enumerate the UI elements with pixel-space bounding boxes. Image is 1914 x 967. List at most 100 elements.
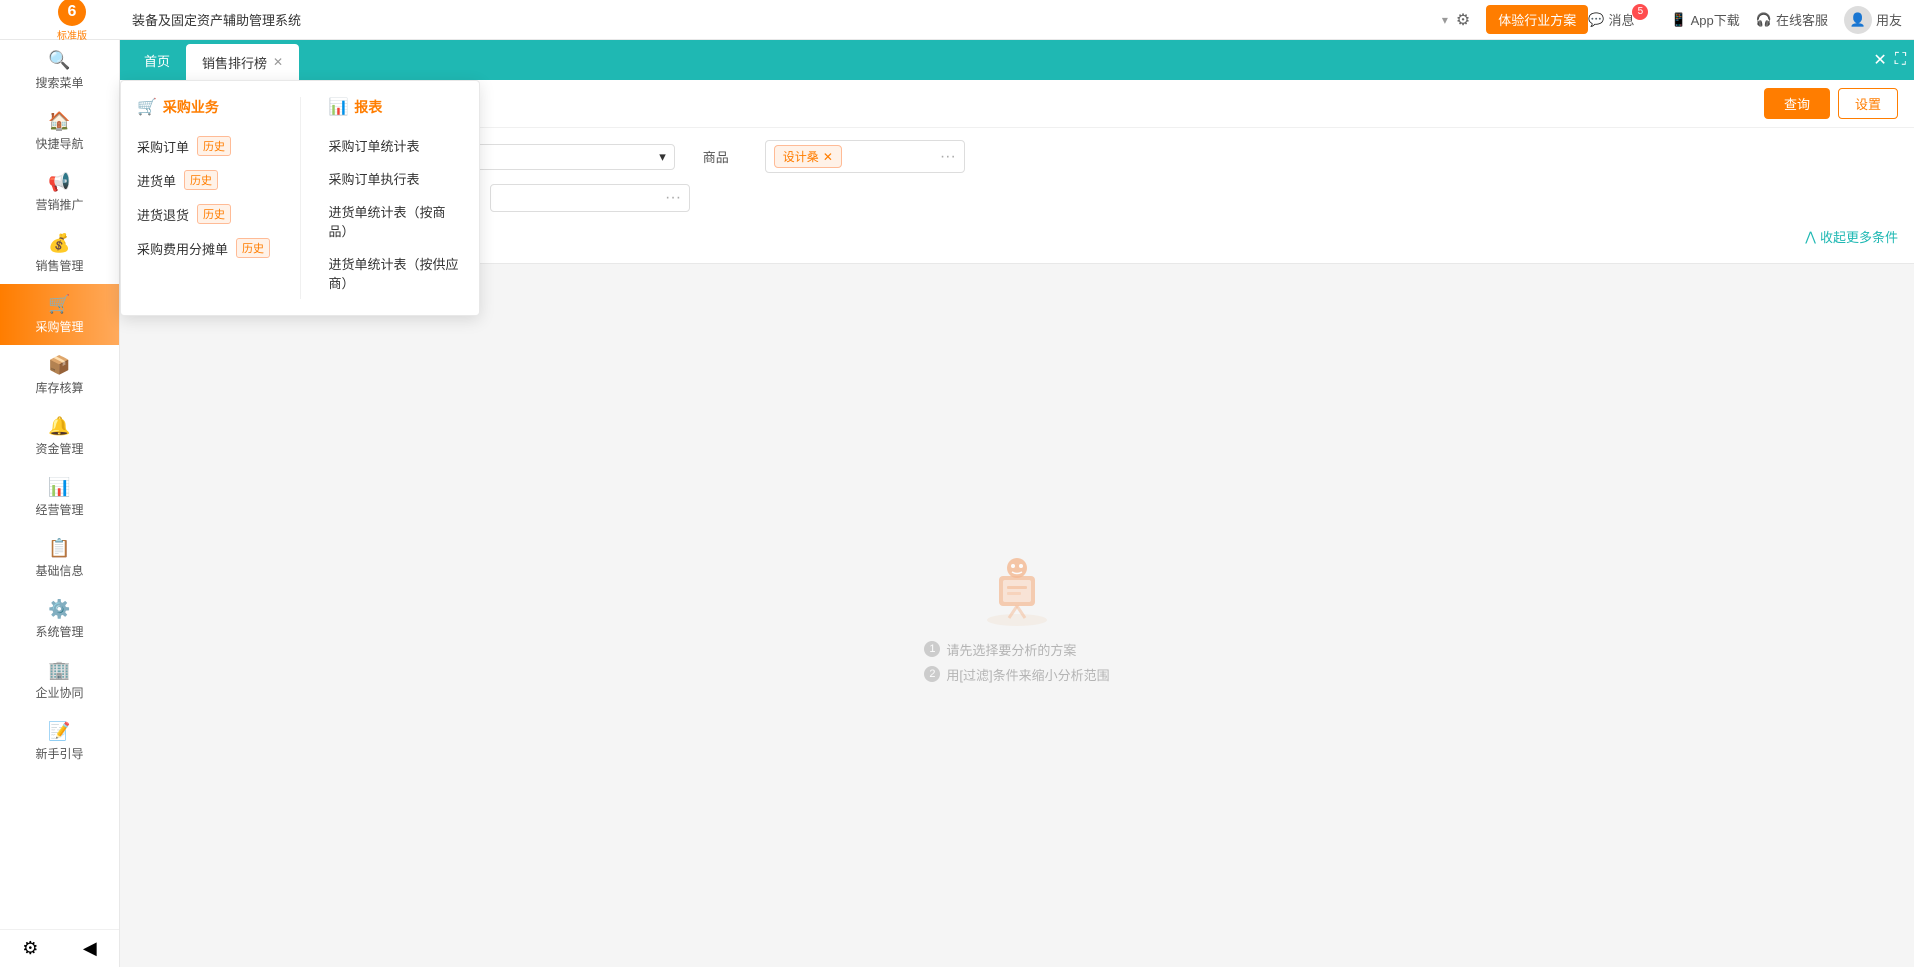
purchase-icon: 🛒 — [48, 294, 70, 315]
sidebar-item-sales[interactable]: 💰 销售管理 — [0, 223, 119, 284]
order-status-arrow: ▾ — [659, 149, 666, 165]
dropdown-item-instock-supplier[interactable]: 进货单统计表（按供应商） — [329, 247, 464, 299]
dropdown-item-instock[interactable]: 进货单 历史 — [137, 163, 272, 197]
finance-icon: 🔔 — [48, 416, 70, 437]
sidebar-item-marketing[interactable]: 📢 营销推广 — [0, 162, 119, 223]
message-badge: 5 — [1632, 4, 1648, 20]
dropdown-item-instock-goods[interactable]: 进货单统计表（按商品） — [329, 195, 464, 247]
sidebar-label-sales: 销售管理 — [35, 257, 83, 274]
user-action[interactable]: 👤 用友 — [1844, 6, 1902, 34]
collapse-filters-btn[interactable]: ⋀ 收起更多条件 — [1805, 227, 1898, 246]
empty-state: 1 请先选择要分析的方案 2 用[过滤]条件来缩小分析范围 — [924, 548, 1109, 684]
settings-button[interactable]: 设置 — [1838, 88, 1898, 119]
sidebar-settings-icon[interactable]: ⚙ — [22, 938, 38, 959]
purchase-order-label: 采购订单 — [137, 137, 189, 156]
tab-sales-rank-label: 销售排行榜 — [202, 53, 267, 72]
hint-text-1: 请先选择要分析的方案 — [946, 640, 1076, 659]
guide-icon: 📝 — [48, 721, 70, 742]
order-exec-label: 采购订单执行表 — [329, 169, 420, 188]
sidebar-item-guide[interactable]: 📝 新手引导 — [0, 711, 119, 772]
app-download-action[interactable]: 📱 App下载 — [1670, 10, 1739, 29]
sidebar-item-system[interactable]: ⚙️ 系统管理 — [0, 589, 119, 650]
purchase-col-icon: 🛒 — [137, 97, 157, 117]
main-layout: 🔍 搜索菜单 🏠 快捷导航 📢 营销推广 💰 销售管理 🛒 采购管理 📦 库存核… — [0, 40, 1914, 967]
user-label: 用友 — [1876, 10, 1902, 29]
return-label: 进货退货 — [137, 205, 189, 224]
sidebar-collapse-icon[interactable]: ◀ — [83, 938, 97, 959]
goods-tag-remove[interactable]: ✕ — [823, 150, 833, 164]
sidebar-label-enterprise: 企业协同 — [35, 684, 83, 701]
instock-history[interactable]: 历史 — [184, 170, 218, 190]
avatar: 👤 — [1844, 6, 1872, 34]
sidebar-item-search[interactable]: 🔍 搜索菜单 — [0, 40, 119, 101]
tab-close-btn[interactable]: ✕ — [1873, 50, 1886, 70]
tab-home[interactable]: 首页 — [128, 40, 186, 80]
purchase-order-history[interactable]: 历史 — [197, 136, 231, 156]
sidebar-label-quick-nav: 快捷导航 — [35, 135, 83, 152]
logo-text: 标准版 — [57, 27, 87, 42]
sidebar-label-search: 搜索菜单 — [35, 74, 83, 91]
online-service-label: 在线客服 — [1776, 10, 1828, 29]
tab-bar: 首页 销售排行榜 ✕ ✕ ⛶ — [120, 40, 1914, 80]
dropdown-item-purchase-order[interactable]: 采购订单 历史 — [137, 129, 272, 163]
instock-label: 进货单 — [137, 171, 176, 190]
purchase-col: 🛒 采购业务 采购订单 历史 进货单 历史 进货退货 历史 采购费用分摊单 — [137, 97, 272, 299]
sidebar-item-inventory[interactable]: 📦 库存核算 — [0, 345, 119, 406]
industry-btn[interactable]: 体验行业方案 — [1486, 5, 1588, 34]
main-content: 1 请先选择要分析的方案 2 用[过滤]条件来缩小分析范围 — [120, 264, 1914, 967]
sidebar-item-quick-nav[interactable]: 🏠 快捷导航 — [0, 101, 119, 162]
empty-hints: 1 请先选择要分析的方案 2 用[过滤]条件来缩小分析范围 — [924, 640, 1109, 684]
sidebar-bottom: ⚙ ◀ — [0, 929, 119, 967]
search-icon: 🔍 — [48, 50, 70, 71]
report-col-title: 📊 报表 — [329, 97, 464, 117]
dropdown-item-order-stats[interactable]: 采购订单统计表 — [329, 129, 464, 162]
sidebar-label-purchase: 采购管理 — [35, 318, 83, 335]
purchase-col-title-text: 采购业务 — [163, 97, 219, 117]
sales-icon: 💰 — [48, 233, 70, 254]
goods-tag: 设计桑 ✕ — [774, 145, 842, 168]
dropdown-item-expense[interactable]: 采购费用分摊单 历史 — [137, 231, 272, 265]
goods-select[interactable]: 设计桑 ✕ ··· — [765, 140, 965, 173]
goods-dots[interactable]: ··· — [940, 148, 956, 166]
sidebar-label-basic-info: 基础信息 — [35, 562, 83, 579]
query-button[interactable]: 查询 — [1764, 88, 1830, 119]
dropdown-item-return[interactable]: 进货退货 历史 — [137, 197, 272, 231]
sidebar-label-finance: 资金管理 — [35, 440, 83, 457]
sidebar-item-enterprise[interactable]: 🏢 企业协同 — [0, 650, 119, 711]
order-status-select[interactable]: ▾ — [475, 144, 675, 170]
message-action[interactable]: 💬 消息 5 — [1588, 10, 1654, 29]
salesman-select[interactable]: ··· — [490, 184, 690, 212]
settings-icon[interactable]: ⚙ — [1456, 10, 1470, 30]
sidebar-item-purchase[interactable]: 🛒 采购管理 — [0, 284, 119, 345]
system-title-arrow[interactable]: ▾ — [1442, 13, 1448, 27]
sidebar-label-operations: 经营管理 — [35, 501, 83, 518]
basic-info-icon: 📋 — [48, 538, 70, 559]
expense-label: 采购费用分摊单 — [137, 239, 228, 258]
logo-icon: 6 — [58, 0, 86, 26]
expense-history[interactable]: 历史 — [236, 238, 270, 258]
sidebar-item-operations[interactable]: 📊 经营管理 — [0, 467, 119, 528]
report-col-icon: 📊 — [329, 97, 349, 117]
tab-sales-rank-close[interactable]: ✕ — [273, 55, 283, 69]
tab-sales-rank[interactable]: 销售排行榜 ✕ — [186, 44, 299, 80]
purchase-dropdown-menu: 🛒 采购业务 采购订单 历史 进货单 历史 进货退货 历史 采购费用分摊单 — [120, 80, 480, 316]
tab-maximize-btn[interactable]: ⛶ — [1895, 51, 1906, 69]
salesman-dots[interactable]: ··· — [665, 189, 681, 207]
empty-illustration — [977, 548, 1057, 628]
top-actions: 💬 消息 5 📱 App下载 🎧 在线客服 👤 用友 — [1588, 6, 1902, 34]
marketing-icon: 📢 — [48, 172, 70, 193]
sidebar-label-marketing: 营销推广 — [35, 196, 83, 213]
report-col-title-text: 报表 — [354, 97, 382, 117]
goods-tag-value: 设计桑 — [783, 148, 819, 165]
enterprise-icon: 🏢 — [48, 660, 70, 681]
online-service-action[interactable]: 🎧 在线客服 — [1756, 10, 1828, 29]
home-icon: 🏠 — [48, 111, 70, 132]
inventory-icon: 📦 — [48, 355, 70, 376]
sidebar-item-basic-info[interactable]: 📋 基础信息 — [0, 528, 119, 589]
dropdown-item-order-exec[interactable]: 采购订单执行表 — [329, 162, 464, 195]
sidebar-item-finance[interactable]: 🔔 资金管理 — [0, 406, 119, 467]
goods-label: 商品 — [703, 147, 753, 166]
return-history[interactable]: 历史 — [197, 204, 231, 224]
sidebar-label-system: 系统管理 — [35, 623, 83, 640]
report-col: 📊 报表 采购订单统计表 采购订单执行表 进货单统计表（按商品） 进货单统计表（… — [329, 97, 464, 299]
